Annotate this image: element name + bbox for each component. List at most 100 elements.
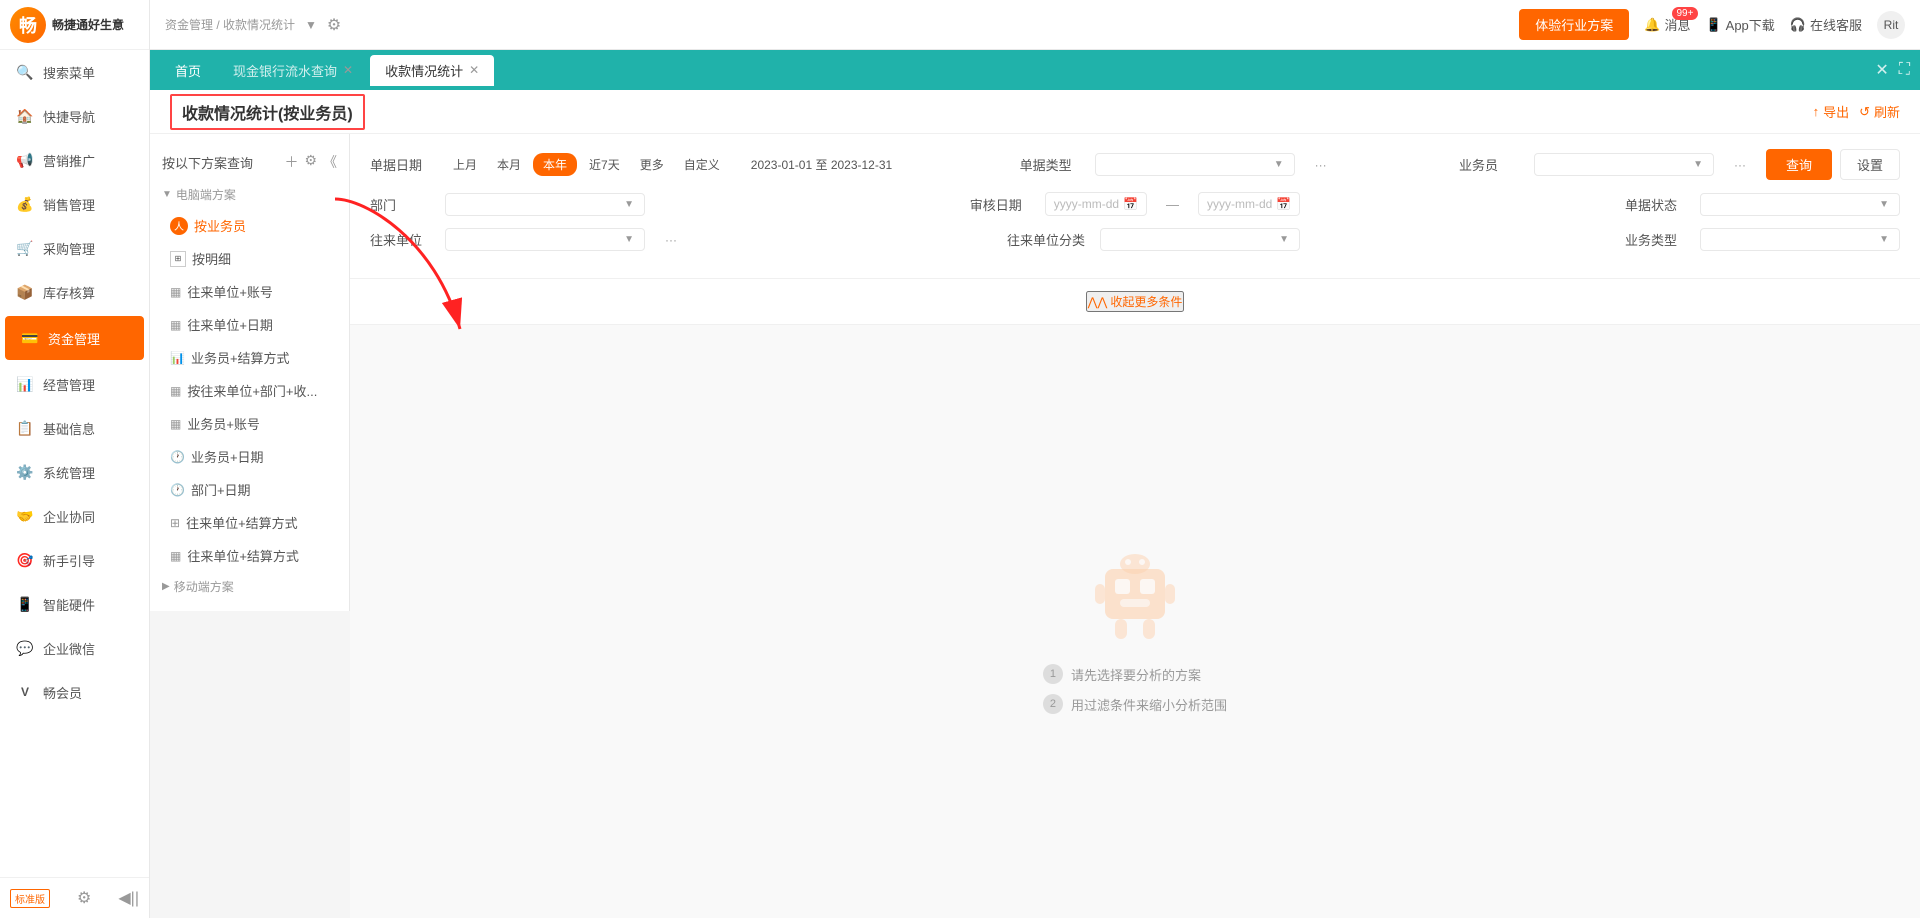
window-close-btn[interactable]: ✕	[1875, 60, 1888, 80]
tab-bank[interactable]: 现金银行流水查询 ✕	[218, 55, 368, 86]
sidebar-item-operation[interactable]: 📊 经营管理	[0, 362, 149, 406]
gear-scheme-icon[interactable]: ⚙	[304, 152, 317, 172]
user-name: Rit	[1884, 18, 1899, 32]
tree-item-dept-date[interactable]: 🕐 部门+日期	[150, 473, 349, 506]
receipt-type-more[interactable]: ···	[1310, 158, 1332, 172]
collapse-panel-icon[interactable]: 《	[323, 152, 337, 172]
guide-icon: 🎯	[15, 550, 35, 570]
tree-item-salesman-settle[interactable]: 📊 业务员+结算方式	[150, 341, 349, 374]
message-button[interactable]: 🔔 消息 99+	[1644, 15, 1690, 34]
tree-item-unit-dept-recv[interactable]: ▦ 按往来单位+部门+收...	[150, 374, 349, 407]
query-button[interactable]: 查询	[1766, 149, 1832, 180]
salesman-more[interactable]: ···	[1729, 158, 1751, 172]
sidebar-item-inventory-label: 库存核算	[43, 283, 95, 302]
dropdown-icon[interactable]: ▼	[305, 18, 317, 32]
operation-icon: 📊	[15, 374, 35, 394]
online-service-button[interactable]: 🎧 在线客服	[1790, 15, 1862, 34]
date-tab-last7days[interactable]: 近7天	[581, 153, 628, 176]
tree-item-unit-settle1[interactable]: ⊞ 往来单位+结算方式	[150, 506, 349, 539]
user-avatar[interactable]: Rit	[1877, 11, 1905, 39]
receipt-status-select[interactable]: ▼	[1700, 193, 1900, 216]
sidebar-item-hardware[interactable]: 📱 智能硬件	[0, 582, 149, 626]
sidebar-item-fund[interactable]: 💳 资金管理	[5, 316, 144, 360]
dept-select[interactable]: ▼	[445, 193, 645, 216]
salesman-arrow: ▼	[1693, 159, 1703, 170]
collapse-button[interactable]: ⋀⋀ 收起更多条件	[1086, 291, 1185, 312]
panel-header: 按以下方案查询 ＋ ⚙ 《	[150, 144, 349, 180]
sidebar-item-wechat-label: 企业微信	[43, 639, 95, 658]
tree-item-by-detail[interactable]: ⊞ 按明细	[150, 242, 349, 275]
tree-item-unit-date[interactable]: ▦ 往来单位+日期	[150, 308, 349, 341]
sidebar-item-system[interactable]: ⚙️ 系统管理	[0, 450, 149, 494]
unit-settle1-icon: ⊞	[170, 516, 180, 530]
sidebar-item-wechat[interactable]: 💬 企业微信	[0, 626, 149, 670]
page-header: 收款情况统计(按业务员) ↑ 导出 ↺ 刷新	[150, 90, 1920, 134]
member-icon: V	[15, 682, 35, 702]
top-header: 资金管理 / 收款情况统计 ▼ ⚙ 体验行业方案 🔔 消息 99+ 📱 App下…	[150, 0, 1920, 50]
tree-item-salesman-account[interactable]: ▦ 业务员+账号	[150, 407, 349, 440]
filter-row-2: 部门 ▼ 审核日期 yyyy-mm-dd 📅 — yyyy-mm-dd 📅	[370, 192, 1900, 216]
review-date-from[interactable]: yyyy-mm-dd 📅	[1045, 192, 1147, 216]
dept-arrow: ▼	[624, 199, 634, 210]
tab-bank-close[interactable]: ✕	[343, 63, 353, 77]
salesman-select[interactable]: ▼	[1534, 153, 1714, 176]
source-select[interactable]: ▼	[445, 228, 645, 251]
settings-button[interactable]: 设置	[1840, 149, 1900, 180]
header-left: 资金管理 / 收款情况统计 ▼ ⚙	[165, 15, 341, 35]
receipt-type-select[interactable]: ▼	[1095, 153, 1295, 176]
date-tab-custom[interactable]: 自定义	[676, 153, 728, 176]
add-scheme-icon[interactable]: ＋	[284, 152, 298, 172]
refresh-button[interactable]: ↺ 刷新	[1859, 102, 1900, 121]
trial-button[interactable]: 体验行业方案	[1519, 9, 1629, 40]
tree-item-unit-account[interactable]: ▦ 往来单位+账号	[150, 275, 349, 308]
hint-text-1: 请先选择要分析的方案	[1071, 665, 1201, 684]
wechat-icon: 💬	[15, 638, 35, 658]
biz-type-select[interactable]: ▼	[1700, 228, 1900, 251]
tree-item-unit-settle2[interactable]: ▦ 往来单位+结算方式	[150, 539, 349, 572]
sidebar-item-guide[interactable]: 🎯 新手引导	[0, 538, 149, 582]
sidebar-item-quick[interactable]: 🏠 快捷导航	[0, 94, 149, 138]
tree-item-salesman-date[interactable]: 🕐 业务员+日期	[150, 440, 349, 473]
sidebar-bottom: 标准版 ⚙ ◀||	[0, 877, 149, 918]
date-tab-this-year[interactable]: 本年	[533, 153, 577, 176]
sidebar-item-basic[interactable]: 📋 基础信息	[0, 406, 149, 450]
hint-text-2: 用过滤条件来缩小分析范围	[1071, 695, 1227, 714]
date-label: 单据日期	[370, 155, 430, 174]
calendar-icon-from: 📅	[1123, 197, 1138, 211]
settings-icon[interactable]: ⚙	[77, 888, 91, 908]
date-tab-more[interactable]: 更多	[632, 153, 672, 176]
section-desktop-label: 电脑端方案	[176, 186, 236, 203]
receipt-type-label: 单据类型	[1020, 155, 1080, 174]
sidebar-item-enterprise[interactable]: 🤝 企业协同	[0, 494, 149, 538]
panel-header-icons: ＋ ⚙ 《	[284, 152, 337, 172]
sidebar-item-member[interactable]: V 畅会员	[0, 670, 149, 714]
window-maximize-btn[interactable]: ⛶	[1899, 61, 1910, 79]
sidebar-item-sales[interactable]: 💰 销售管理	[0, 182, 149, 226]
export-icon: ↑	[1813, 104, 1820, 119]
section-desktop[interactable]: ▼ 电脑端方案	[150, 180, 349, 209]
left-panel-wrapper: 按以下方案查询 ＋ ⚙ 《 ▼ 电脑端方案 人 按业务员	[150, 134, 350, 918]
sidebar-item-marketing[interactable]: 📢 营销推广	[0, 138, 149, 182]
tab-home[interactable]: 首页	[160, 55, 216, 86]
bell-icon: 🔔	[1644, 17, 1660, 33]
sidebar-item-inventory[interactable]: 📦 库存核算	[0, 270, 149, 314]
section-mobile[interactable]: ▶ 移动端方案	[150, 572, 349, 601]
source-more[interactable]: ···	[660, 233, 682, 247]
sidebar-item-purchase[interactable]: 🛒 采购管理	[0, 226, 149, 270]
sidebar-item-marketing-label: 营销推广	[43, 151, 95, 170]
app-download-button[interactable]: 📱 App下载	[1705, 15, 1774, 34]
source-category-select[interactable]: ▼	[1100, 228, 1300, 251]
tab-receipt[interactable]: 收款情况统计 ✕	[370, 55, 494, 86]
collapse-icon[interactable]: ◀||	[118, 888, 139, 908]
date-tab-last-month[interactable]: 上月	[445, 153, 485, 176]
date-tab-this-month[interactable]: 本月	[489, 153, 529, 176]
settings-gear-icon[interactable]: ⚙	[327, 15, 341, 35]
tree-item-by-salesman-label: 按业务员	[194, 216, 246, 235]
export-button[interactable]: ↑ 导出	[1813, 102, 1850, 121]
online-service-label: 在线客服	[1810, 15, 1862, 34]
tree-item-by-salesman[interactable]: 人 按业务员	[150, 209, 349, 242]
review-date-to[interactable]: yyyy-mm-dd 📅	[1198, 192, 1300, 216]
tab-receipt-close[interactable]: ✕	[469, 63, 479, 77]
section-mobile-label: 移动端方案	[174, 578, 234, 595]
sidebar-item-search[interactable]: 🔍 搜索菜单	[0, 50, 149, 94]
